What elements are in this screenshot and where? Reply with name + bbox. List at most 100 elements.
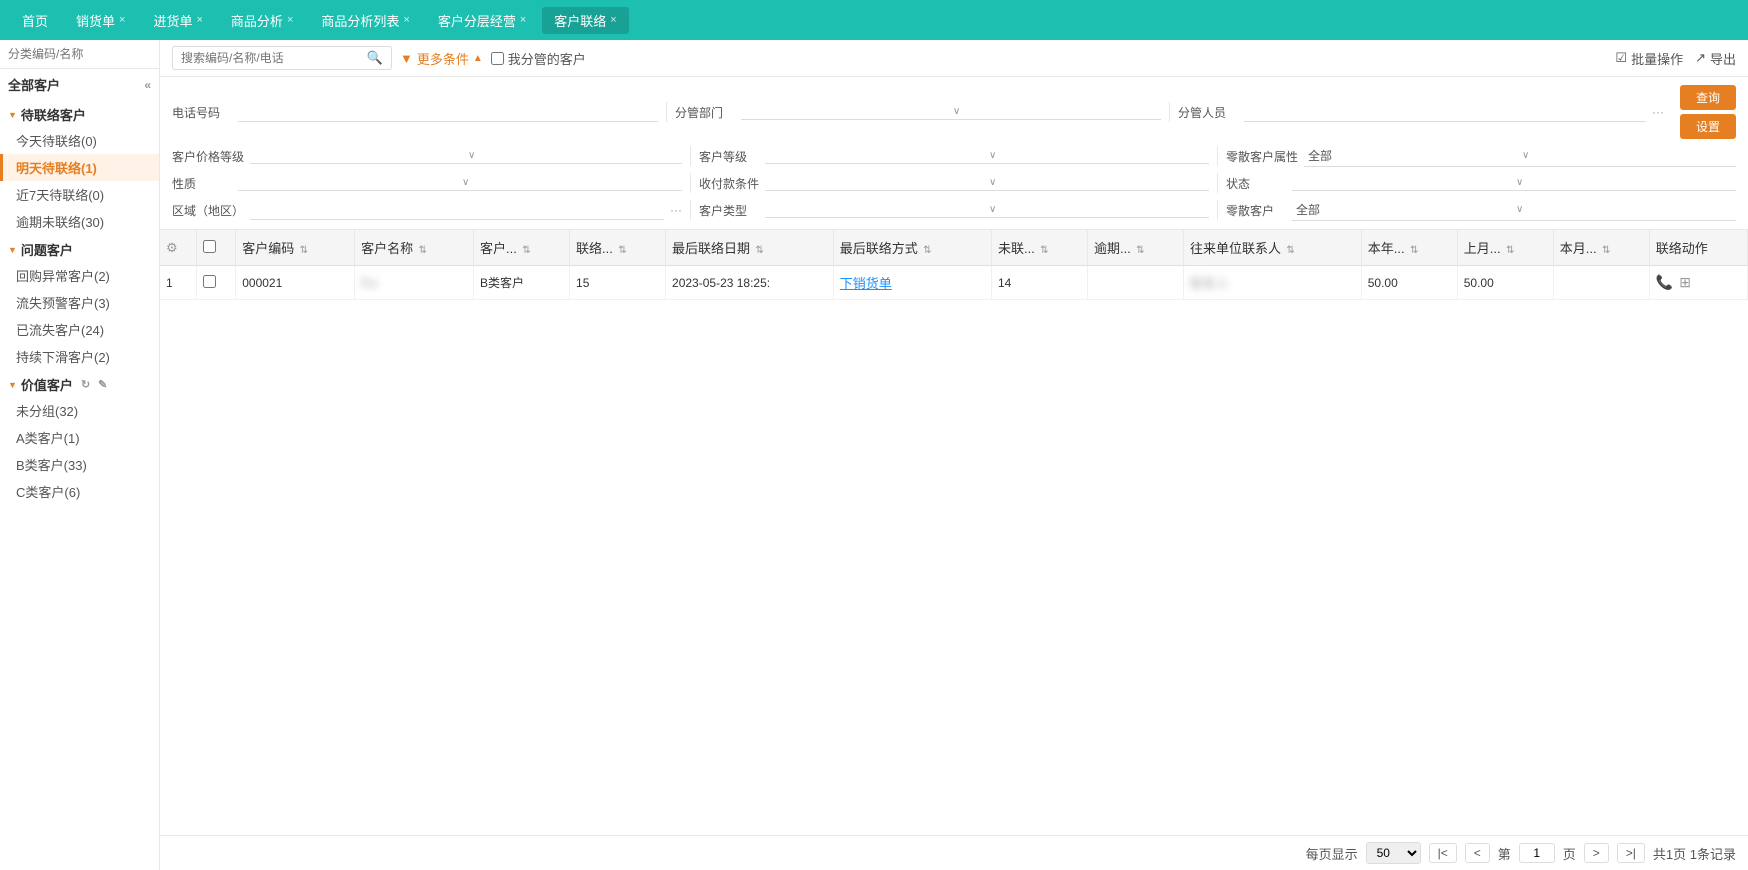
prev-page-btn[interactable]: <: [1465, 843, 1490, 863]
my-customers-checkbox-label[interactable]: 我分管的客户: [491, 49, 586, 68]
sidebar-value-group[interactable]: ▼ 价值客户 ↻ ✎: [0, 370, 159, 397]
sort-icon[interactable]: ⇅: [923, 245, 931, 256]
sidebar-item-declining[interactable]: 持续下滑客户(2): [0, 343, 159, 370]
sort-icon[interactable]: ⇅: [1286, 245, 1294, 256]
sidebar-item-ungrouped[interactable]: 未分组(32): [0, 397, 159, 424]
sidebar-item-churned[interactable]: 已流失客户(24): [0, 316, 159, 343]
nav-close-icon[interactable]: ×: [520, 14, 526, 26]
query-button[interactable]: 查询: [1680, 85, 1736, 110]
sort-icon[interactable]: ⇅: [300, 245, 308, 256]
sort-icon[interactable]: ⇅: [1040, 245, 1048, 256]
sort-icon[interactable]: ⇅: [755, 245, 763, 256]
last-page-btn[interactable]: >|: [1617, 843, 1645, 863]
cell-overdue: [1087, 266, 1183, 300]
col-code: 客户编码 ⇅: [236, 230, 355, 266]
cell-name[interactable]: Ea: [355, 266, 474, 300]
search-icon[interactable]: 🔍: [367, 50, 383, 66]
filter-status-select[interactable]: ∨: [1292, 175, 1736, 191]
cell-level: B类客户: [474, 266, 570, 300]
nav-close-icon[interactable]: ×: [610, 14, 616, 26]
nav-close-icon[interactable]: ×: [403, 14, 409, 26]
sort-icon[interactable]: ⇅: [1410, 245, 1418, 256]
toolbar: 🔍 ▼ 更多条件 ▲ 我分管的客户 ☑ 批量操作 ↗ 导出: [160, 40, 1748, 77]
sort-icon[interactable]: ⇅: [1506, 245, 1514, 256]
first-page-btn[interactable]: |<: [1429, 843, 1457, 863]
nav-home[interactable]: 首页: [10, 7, 60, 34]
col-contacts: 联络... ⇅: [570, 230, 666, 266]
nav-close-icon[interactable]: ×: [119, 14, 125, 26]
sidebar-item-churn-warning[interactable]: 流失预警客户(3): [0, 289, 159, 316]
col-uncontacted: 未联... ⇅: [991, 230, 1087, 266]
filter-payment-terms-label: 收付款条件: [699, 175, 759, 192]
sidebar-item-overdue[interactable]: 逾期未联络(30): [0, 208, 159, 235]
refresh-icon[interactable]: ↻: [81, 378, 90, 391]
next-page-btn[interactable]: >: [1584, 843, 1609, 863]
filter-dept-select[interactable]: ∨: [741, 104, 1161, 120]
sort-icon[interactable]: ⇅: [1136, 245, 1144, 256]
nav-close-icon[interactable]: ×: [196, 14, 202, 26]
export-btn[interactable]: ↗ 导出: [1695, 49, 1736, 68]
action-grid-icon[interactable]: ⊞: [1679, 274, 1691, 291]
action-phone-icon[interactable]: 📞: [1656, 274, 1673, 291]
sidebar-item-tomorrow[interactable]: 明天待联络(1): [0, 154, 159, 181]
cell-last-month: 50.00: [1457, 266, 1553, 300]
filter-price-level-select[interactable]: ∨: [250, 148, 682, 164]
filter-payment-terms-select[interactable]: ∨: [765, 175, 1209, 191]
sort-icon[interactable]: ⇅: [1602, 245, 1610, 256]
my-customers-checkbox[interactable]: [491, 52, 504, 65]
filter-region: 区域（地区） ···: [172, 201, 682, 220]
settings-button[interactable]: 设置: [1680, 114, 1736, 139]
col-last-date: 最后联络日期 ⇅: [666, 230, 834, 266]
nav-purchase-order[interactable]: 进货单 ×: [141, 7, 214, 34]
sidebar-item-class-c[interactable]: C类客户(6): [0, 478, 159, 505]
filter-customer-level-select[interactable]: ∨: [765, 148, 1209, 164]
sidebar-item-today[interactable]: 今天待联络(0): [0, 127, 159, 154]
sidebar-all-customers[interactable]: 全部客户 «: [0, 69, 159, 100]
bulk-action-btn[interactable]: ☑ 批量操作: [1615, 49, 1683, 68]
per-page-select[interactable]: 50 100 200: [1366, 842, 1421, 864]
chevron-down-icon: ∨: [953, 106, 1157, 117]
chevron-down-icon: ∨: [989, 150, 1205, 161]
filter-customer-type-select[interactable]: ∨: [765, 202, 1209, 218]
nav-product-analysis-list[interactable]: 商品分析列表 ×: [309, 7, 421, 34]
cell-uncontacted: 14: [991, 266, 1087, 300]
sort-icon[interactable]: ⇅: [418, 245, 426, 256]
filter-retail-customer-select[interactable]: 全部 ∨: [1292, 199, 1736, 221]
sidebar-pending-group[interactable]: ▼ 待联络客户: [0, 100, 159, 127]
sidebar-item-class-b[interactable]: B类客户(33): [0, 451, 159, 478]
sidebar-search-input[interactable]: [8, 47, 160, 61]
filter-phone-label: 电话号码: [172, 104, 232, 121]
filter-retail-attr-select[interactable]: 全部 ∨: [1304, 145, 1736, 167]
sidebar-problem-group[interactable]: ▼ 问题客户: [0, 235, 159, 262]
filter-person-input[interactable]: [1244, 103, 1646, 122]
sidebar-item-repurchase-anomaly[interactable]: 回购异常客户(2): [0, 262, 159, 289]
filter-price-level: 客户价格等级 ∨: [172, 148, 682, 165]
filter-row-4: 区域（地区） ··· 客户类型 ∨ 零散客户 全部: [172, 199, 1736, 221]
edit-icon[interactable]: ✎: [98, 378, 107, 391]
sidebar-item-7days[interactable]: 近7天待联络(0): [0, 181, 159, 208]
col-gear[interactable]: ⚙: [160, 230, 196, 266]
sidebar-item-class-a[interactable]: A类客户(1): [0, 424, 159, 451]
data-table-container: ⚙ 客户编码 ⇅ 客户名称 ⇅ 客户... ⇅: [160, 230, 1748, 835]
filter-more-btn[interactable]: ▼ 更多条件 ▲: [400, 49, 483, 68]
search-input[interactable]: [181, 51, 361, 65]
filter-region-input[interactable]: [250, 201, 664, 220]
page-number-input[interactable]: [1519, 843, 1555, 863]
nav-product-analysis[interactable]: 商品分析 ×: [219, 7, 305, 34]
filter-region-dots[interactable]: ···: [670, 203, 682, 217]
select-all-checkbox[interactable]: [203, 240, 216, 253]
nav-customer-contact[interactable]: 客户联络 ×: [542, 7, 628, 34]
sort-icon[interactable]: ⇅: [522, 245, 530, 256]
nav-customer-segment[interactable]: 客户分层经营 ×: [426, 7, 538, 34]
row-checkbox[interactable]: [203, 275, 216, 288]
nav-sales-order[interactable]: 销货单 ×: [64, 7, 137, 34]
sort-icon[interactable]: ⇅: [618, 245, 626, 256]
filter-row-2: 客户价格等级 ∨ 客户等级 ∨ 零散客户属性: [172, 145, 1736, 167]
filter-person-dots[interactable]: ···: [1652, 105, 1664, 119]
filter-phone: 电话号码: [172, 103, 658, 122]
filter-phone-input[interactable]: [238, 103, 658, 122]
filter-nature-select[interactable]: ∨: [238, 175, 682, 191]
nav-close-icon[interactable]: ×: [287, 14, 293, 26]
chevron-down-icon: ∨: [468, 150, 678, 161]
last-method-link[interactable]: 下销货单: [840, 276, 892, 291]
